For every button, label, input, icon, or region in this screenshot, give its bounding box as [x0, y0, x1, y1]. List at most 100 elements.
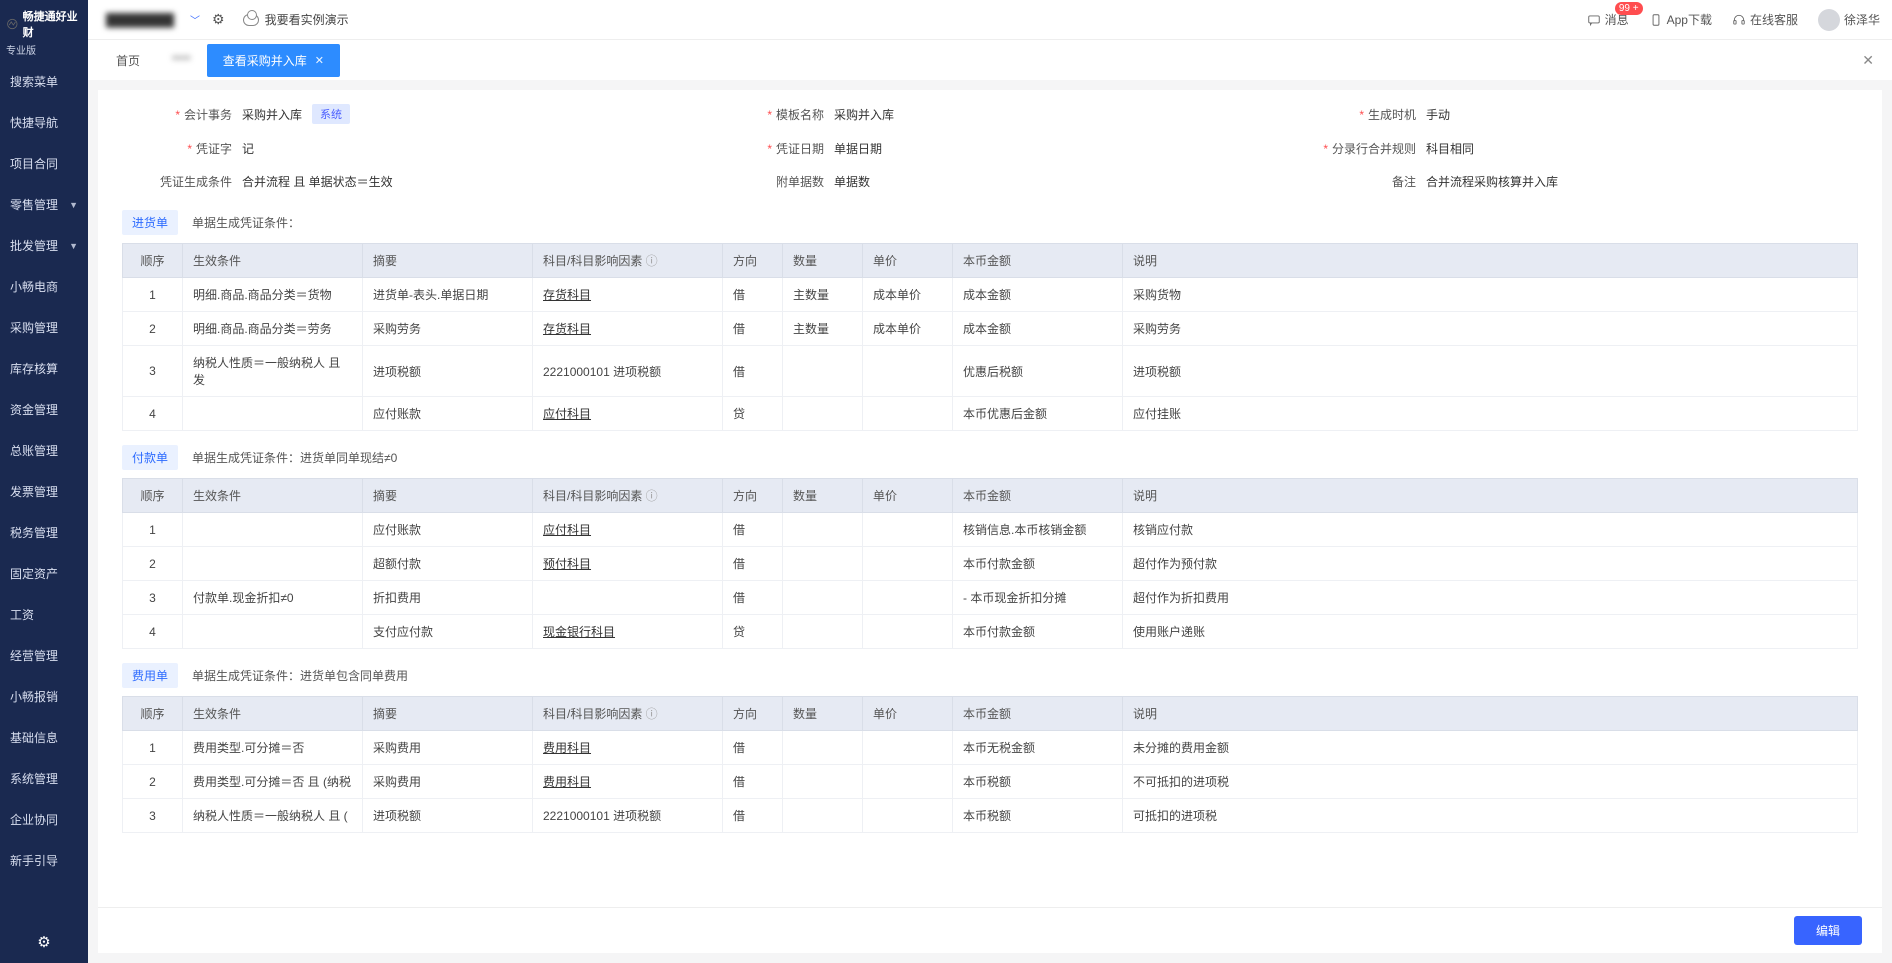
table-cell: 成本单价	[863, 312, 953, 346]
sidebar-item-7[interactable]: 库存核算	[0, 348, 88, 389]
messages-button[interactable]: 消息	[1587, 11, 1629, 28]
table-cell: 采购劳务	[363, 312, 533, 346]
table-cell: 超付作为预付款	[1123, 547, 1858, 581]
section-header: 进货单单据生成凭证条件：	[122, 210, 1858, 235]
sidebar-item-4[interactable]: 批发管理 ▼	[0, 225, 88, 266]
tab-active[interactable]: 查看采购并入库 ✕	[207, 44, 340, 77]
table-cell	[533, 581, 723, 615]
table-cell: 本币付款金额	[953, 547, 1123, 581]
sidebar-item-17[interactable]: 系统管理	[0, 758, 88, 799]
tabbar: 首页 **** 查看采购并入库 ✕ ✕	[88, 40, 1892, 80]
table-cell: 存货科目	[533, 312, 723, 346]
sidebar-item-13[interactable]: 工资	[0, 594, 88, 635]
table-cell: 费用类型.可分摊＝否 且 (纳税	[183, 765, 363, 799]
column-header: 单价	[863, 244, 953, 278]
sidebar-item-2[interactable]: 项目合同	[0, 143, 88, 184]
field-label: 模板名称	[714, 106, 824, 123]
subject-link[interactable]: 费用科目	[543, 741, 591, 755]
sidebar-item-10[interactable]: 发票管理	[0, 471, 88, 512]
table-cell: 4	[123, 615, 183, 649]
sidebar-item-5[interactable]: 小畅电商	[0, 266, 88, 307]
sidebar-item-label: 批发管理	[10, 237, 58, 254]
table-cell: 2	[123, 547, 183, 581]
form-field: 模板名称采购并入库	[714, 104, 1266, 124]
sidebar-item-label: 资金管理	[10, 401, 58, 418]
settings-icon[interactable]: ⚙	[212, 11, 225, 28]
service-button[interactable]: 在线客服	[1732, 11, 1798, 28]
sidebar-item-3[interactable]: 零售管理▼	[0, 184, 88, 225]
sidebar-item-0[interactable]: 搜索菜单	[0, 61, 88, 102]
sidebar-item-6[interactable]: 采购管理	[0, 307, 88, 348]
demo-label: 我要看实例演示	[265, 11, 349, 28]
subject-link[interactable]: 预付科目	[543, 557, 591, 571]
table-cell	[863, 581, 953, 615]
table-cell: 折扣费用	[363, 581, 533, 615]
table-cell	[183, 615, 363, 649]
sidebar-item-label: 库存核算	[10, 360, 58, 377]
sidebar-item-11[interactable]: 税务管理	[0, 512, 88, 553]
sidebar-item-15[interactable]: 小畅报销	[0, 676, 88, 717]
table-cell: 未分摊的费用金额	[1123, 731, 1858, 765]
sidebar-settings[interactable]: ⚙	[0, 921, 88, 963]
table-cell	[183, 547, 363, 581]
tabbar-close-button[interactable]: ✕	[1856, 46, 1880, 75]
section-pill: 费用单	[122, 663, 178, 688]
sidebar-item-8[interactable]: 资金管理	[0, 389, 88, 430]
sidebar: 畅捷通好业财 专业版 搜索菜单快捷导航项目合同零售管理▼批发管理▼小畅电商采购管…	[0, 0, 88, 963]
field-label: 凭证生成条件	[122, 173, 232, 190]
table-row: 2费用类型.可分摊＝否 且 (纳税采购费用费用科目借本币税额不可抵扣的进项税	[123, 765, 1858, 799]
table-cell: 222100010​1 进项税额	[533, 346, 723, 397]
account-selector[interactable]: ████████	[100, 9, 180, 31]
table-cell: 本币税额	[953, 765, 1123, 799]
table-row: 1应付账款应付科目借核销信息.本币核销金额核销应付款	[123, 513, 1858, 547]
table-cell	[863, 799, 953, 833]
subject-link[interactable]: 现金银行科目	[543, 625, 615, 639]
subject-link[interactable]: 存货科目	[543, 322, 591, 336]
column-header: 生效条件	[183, 479, 363, 513]
section-pill: 进货单	[122, 210, 178, 235]
brand-edition: 专业版	[6, 42, 82, 57]
column-header: 摘要	[363, 697, 533, 731]
demo-link[interactable]: 我要看实例演示	[243, 11, 349, 28]
sidebar-item-16[interactable]: 基础信息	[0, 717, 88, 758]
table-cell: 贷	[723, 397, 783, 431]
close-tab-icon[interactable]: ✕	[315, 54, 324, 67]
table-cell: 核销信息.本币核销金额	[953, 513, 1123, 547]
table-cell: 应付账款	[363, 513, 533, 547]
table-row: 4应付账款应付科目贷本币优惠后金额应付挂账	[123, 397, 1858, 431]
sidebar-item-label: 固定资产	[10, 565, 58, 582]
subject-link[interactable]: 应付科目	[543, 523, 591, 537]
subject-link[interactable]: 应付科目	[543, 407, 591, 421]
sidebar-item-1[interactable]: 快捷导航	[0, 102, 88, 143]
header-form: 会计事务采购并入库系统模板名称采购并入库生成时机手动凭证字记凭证日期单据日期分录…	[122, 104, 1858, 190]
sidebar-item-18[interactable]: 企业协同	[0, 799, 88, 840]
footer-bar: 编辑	[98, 907, 1882, 953]
sidebar-item-14[interactable]: 经营管理	[0, 635, 88, 676]
chevron-down-icon[interactable]: ﹀	[190, 12, 200, 27]
column-header: 单价	[863, 479, 953, 513]
user-menu[interactable]: 徐泽华	[1818, 9, 1880, 31]
sidebar-item-19[interactable]: 新手引导	[0, 840, 88, 881]
table-cell: 本币付款金额	[953, 615, 1123, 649]
table-cell: 借	[723, 547, 783, 581]
tab-home[interactable]: 首页	[100, 44, 156, 77]
caret-down-icon: ▼	[69, 241, 78, 251]
sidebar-item-12[interactable]: 固定资产	[0, 553, 88, 594]
field-value: 手动	[1426, 106, 1450, 123]
sidebar-item-9[interactable]: 总账管理	[0, 430, 88, 471]
sidebar-item-label: 经营管理	[10, 647, 58, 664]
section-condition: 单据生成凭证条件：进货单包含同单费用	[192, 667, 408, 684]
table-cell: 借	[723, 312, 783, 346]
table-cell	[783, 346, 863, 397]
edit-button[interactable]: 编辑	[1794, 916, 1862, 945]
table-cell: 1	[123, 513, 183, 547]
subject-link[interactable]: 费用科目	[543, 775, 591, 789]
sidebar-item-label: 小畅电商	[10, 278, 58, 295]
table-cell: 4	[123, 397, 183, 431]
tab-hidden[interactable]: ****	[156, 45, 207, 75]
table-cell	[863, 513, 953, 547]
subject-link[interactable]: 存货科目	[543, 288, 591, 302]
sidebar-item-label: 发票管理	[10, 483, 58, 500]
sidebar-item-label: 税务管理	[10, 524, 58, 541]
download-button[interactable]: App下载	[1649, 11, 1712, 28]
